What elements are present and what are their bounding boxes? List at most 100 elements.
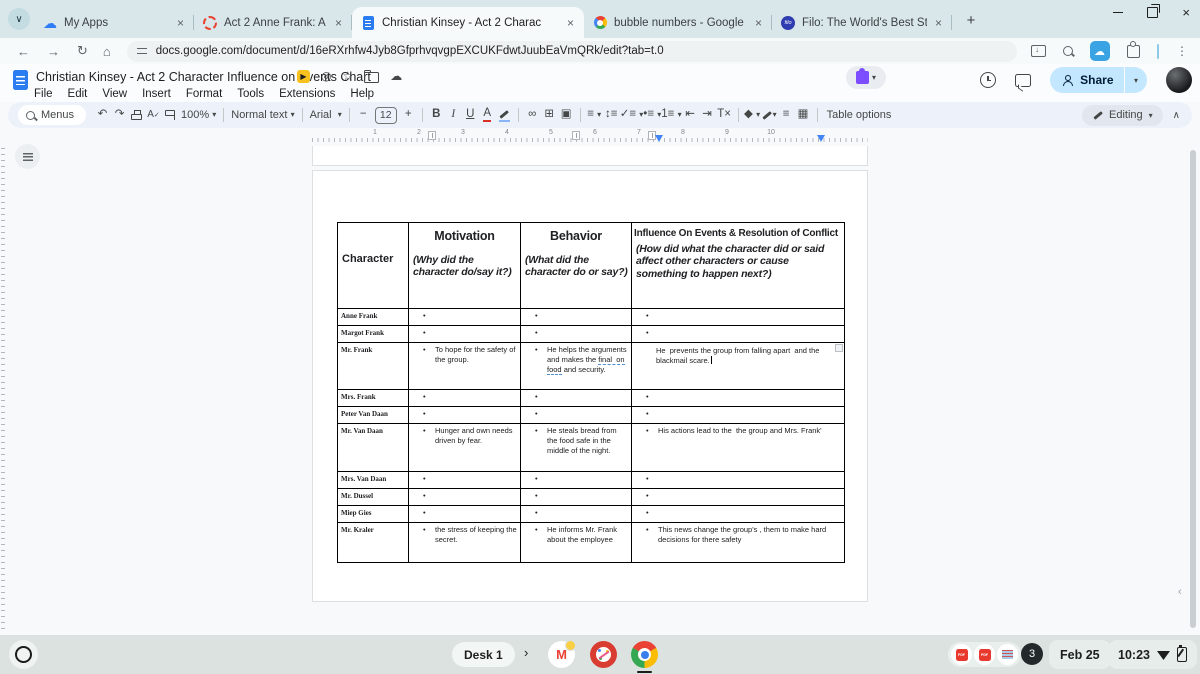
share-button[interactable]: Share xyxy=(1050,67,1124,93)
table-row[interactable]: Mr. Dussel • • • xyxy=(338,489,844,506)
page-notification-icon[interactable] xyxy=(997,644,1018,665)
bullet-list-button[interactable]: •≡ ▾ xyxy=(643,105,661,125)
table-row[interactable]: Margot Frank • • • xyxy=(338,326,844,343)
spellcheck-icon[interactable]: A ✓ xyxy=(145,105,162,125)
font-size-input[interactable]: 12 xyxy=(374,106,397,124)
menu-view[interactable]: View xyxy=(102,88,127,100)
zoom-select[interactable]: 100% ▾ xyxy=(179,105,218,125)
minimize-icon[interactable] xyxy=(1113,11,1124,14)
move-folder-icon[interactable] xyxy=(364,69,380,83)
menus-search-button[interactable]: Menus xyxy=(18,105,87,125)
desk-next-icon[interactable]: › xyxy=(524,645,528,660)
indent-marker[interactable] xyxy=(655,135,663,142)
vertical-ruler[interactable] xyxy=(1,148,5,630)
table-options-button[interactable]: Table options xyxy=(827,109,892,121)
styles-select[interactable]: Normal text ▾ xyxy=(229,105,296,125)
menu-file[interactable]: File xyxy=(34,88,53,100)
version-history-icon[interactable] xyxy=(980,72,997,88)
print-icon[interactable] xyxy=(128,105,145,125)
classlink-extension-icon[interactable]: ☁ xyxy=(1089,41,1110,61)
install-app-icon[interactable] xyxy=(1030,45,1046,57)
line-spacing-button[interactable]: ↕≡ xyxy=(603,105,620,125)
desk-button[interactable]: Desk 1 xyxy=(452,642,515,667)
tab-close-icon[interactable]: × xyxy=(933,16,944,30)
decrease-indent-button[interactable]: ⇤ xyxy=(682,105,699,125)
pdf-notification-icon[interactable]: PDF xyxy=(951,644,972,665)
gmail-app-icon[interactable]: M xyxy=(548,640,576,668)
editing-mode-select[interactable]: Editing ▾ xyxy=(1082,104,1163,126)
browser-tab[interactable]: ☁ My Apps × xyxy=(34,7,194,38)
chrome-app-icon[interactable] xyxy=(631,641,658,668)
new-tab-button[interactable]: + xyxy=(958,7,984,33)
forward-icon[interactable]: → xyxy=(47,44,60,59)
site-info-icon[interactable] xyxy=(136,47,147,55)
table-row[interactable]: Miep Gies • • • xyxy=(338,506,844,523)
menu-help[interactable]: Help xyxy=(350,88,374,100)
table-row[interactable]: Mr. Frank • To hope for the safety of the … xyxy=(338,343,844,390)
column-marker[interactable] xyxy=(428,131,436,140)
notification-count-badge[interactable]: 3 xyxy=(1021,643,1043,665)
hide-menus-button[interactable]: ∧ xyxy=(1173,110,1180,121)
menu-extensions[interactable]: Extensions xyxy=(279,88,335,100)
tab-close-icon[interactable]: × xyxy=(333,16,344,30)
insert-image-icon[interactable]: ▣ xyxy=(558,105,575,125)
browser-menu-icon[interactable]: ⋮ xyxy=(1176,44,1188,58)
restore-icon[interactable] xyxy=(1147,4,1160,18)
font-select[interactable]: Arial ▾ xyxy=(308,105,344,125)
table-row[interactable]: Mr. Van Daan • Hunger and own needs driven… xyxy=(338,424,844,472)
browser-tab[interactable]: filo Filo: The World's Best Study He × xyxy=(772,7,952,38)
table-row[interactable]: Peter Van Daan • • • xyxy=(338,407,844,424)
table-row[interactable]: Anne Frank • • • xyxy=(338,309,844,326)
back-icon[interactable]: ← xyxy=(17,44,30,59)
close-icon[interactable]: × xyxy=(1182,6,1190,19)
notification-tray[interactable]: PDF PDF xyxy=(948,642,1021,667)
chevron-left-icon[interactable]: ‹ xyxy=(1178,586,1182,598)
redo-icon[interactable]: ↷ xyxy=(111,105,128,125)
browser-tab[interactable]: Christian Kinsey - Act 2 Charac × xyxy=(352,7,584,38)
pen-tool-icon[interactable]: ▾ xyxy=(761,105,778,125)
date-display[interactable]: Feb 25 xyxy=(1049,640,1111,669)
text-color-button[interactable]: A xyxy=(479,105,496,125)
document-scrollbar[interactable] xyxy=(1190,150,1196,628)
launcher-button[interactable] xyxy=(9,640,38,669)
reload-icon[interactable]: ↻ xyxy=(77,43,88,59)
show-outline-button[interactable] xyxy=(15,144,40,169)
status-ring-icon[interactable]: ◎ xyxy=(321,70,331,82)
zoom-search-icon[interactable] xyxy=(1062,46,1073,56)
menu-insert[interactable]: Insert xyxy=(142,88,171,100)
docs-logo-icon[interactable] xyxy=(13,70,28,90)
tab-search-icon[interactable]: ∨ xyxy=(8,8,30,30)
share-dropdown[interactable]: ▾ xyxy=(1125,67,1147,93)
browser-tab[interactable]: Act 2 Anne Frank: A Play Chart × xyxy=(194,7,352,38)
menu-tools[interactable]: Tools xyxy=(237,88,264,100)
comments-icon[interactable] xyxy=(1015,73,1032,87)
canvas-app-icon[interactable] xyxy=(590,641,617,668)
tab-close-icon[interactable]: × xyxy=(565,16,576,30)
add-comment-icon[interactable]: ⊞ xyxy=(541,105,558,125)
italic-button[interactable]: I xyxy=(445,105,462,125)
clear-formatting-button[interactable]: T× xyxy=(716,105,733,125)
full-justify-icon[interactable]: ≡ xyxy=(778,105,795,125)
underline-button[interactable]: U xyxy=(462,105,479,125)
undo-icon[interactable]: ↶ xyxy=(94,105,111,125)
right-indent-marker[interactable] xyxy=(817,135,825,142)
bold-button[interactable]: B xyxy=(428,105,445,125)
menu-edit[interactable]: Edit xyxy=(68,88,88,100)
numbered-list-button[interactable]: 1≡ ▾ xyxy=(661,105,681,125)
suggestion-chip[interactable] xyxy=(835,344,843,352)
tab-close-icon[interactable]: × xyxy=(175,16,186,30)
home-icon[interactable]: ⌂ xyxy=(103,44,111,59)
highlight-button[interactable] xyxy=(496,105,513,125)
url-text[interactable]: docs.google.com/document/d/16eRXrhfw4Jyb… xyxy=(156,45,664,57)
menu-format[interactable]: Format xyxy=(186,88,222,100)
paint-format-icon[interactable] xyxy=(162,105,179,125)
star-icon[interactable]: ☆ xyxy=(342,70,353,82)
kami-extension-icon[interactable]: ▶ xyxy=(297,69,310,83)
insert-link-icon[interactable]: ∞ xyxy=(524,105,541,125)
character-influence-table[interactable]: Character Motivation (Why did the charac… xyxy=(337,222,845,563)
checklist-button[interactable]: ✓≡ ▾ xyxy=(620,105,644,125)
omnibox[interactable]: docs.google.com/document/d/16eRXrhfw4Jyb… xyxy=(126,40,1017,62)
extension-overlay-button[interactable]: ▾ xyxy=(846,66,886,89)
table-row[interactable]: Mrs. Frank • • • xyxy=(338,390,844,407)
table-row[interactable]: Mr. Kraler • the stress of keeping the sec… xyxy=(338,523,844,562)
